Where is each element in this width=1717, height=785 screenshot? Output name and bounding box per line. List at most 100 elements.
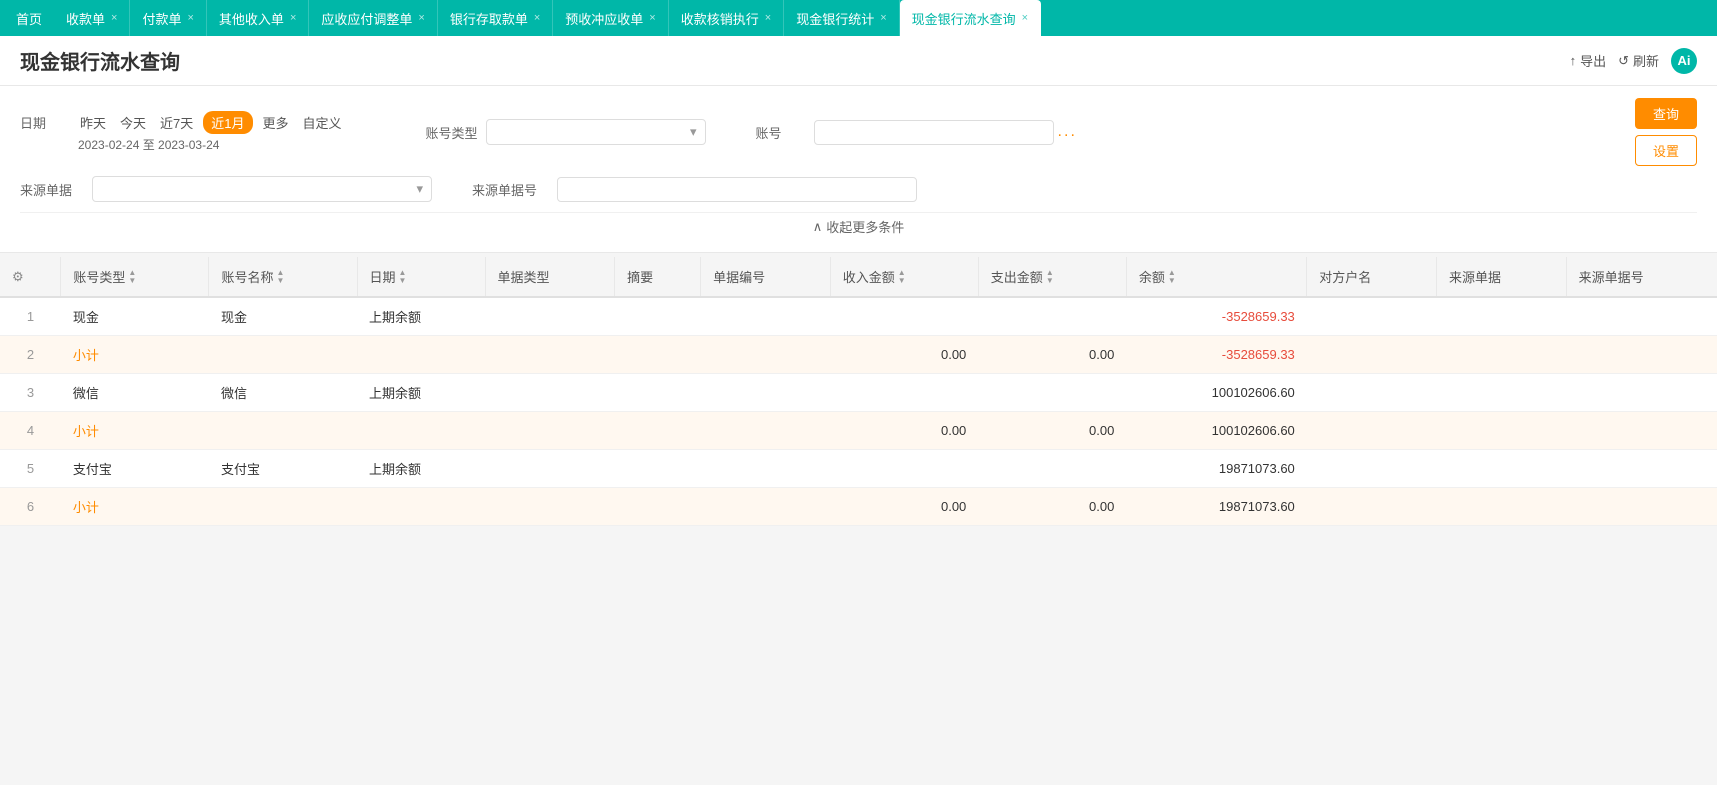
date-options: 昨天今天近7天近1月更多自定义 <box>76 111 346 134</box>
source-doc-no-input[interactable] <box>557 177 917 202</box>
tab-close-icon[interactable]: × <box>290 12 296 24</box>
cell-income <box>830 374 978 412</box>
cell-source_doc_no <box>1566 336 1717 374</box>
sort-arrows: ▲▼ <box>898 269 906 285</box>
date-range: 2023-02-24 至 2023-03-24 <box>24 136 346 153</box>
cell-no: 6 <box>0 488 61 526</box>
cell-expense: 0.00 <box>978 488 1126 526</box>
tab-close-icon[interactable]: × <box>418 12 424 24</box>
nav-tab[interactable]: 现金银行统计× <box>784 0 899 36</box>
col-label-account_name: 账号名称 <box>221 267 273 286</box>
refresh-label: 刷新 <box>1633 51 1659 70</box>
table-header-income[interactable]: 收入金额▲▼ <box>830 257 978 297</box>
cell-counterparty <box>1307 374 1437 412</box>
nav-tab[interactable]: 付款单× <box>130 0 206 36</box>
account-label: 账号 <box>756 123 806 142</box>
cell-date <box>357 336 485 374</box>
date-option[interactable]: 自定义 <box>299 111 346 134</box>
col-label-income: 收入金额 <box>843 267 895 286</box>
cell-account_type: 支付宝 <box>61 450 209 488</box>
gear-icon[interactable]: ⚙ <box>12 269 24 284</box>
col-label-account_type: 账号类型 <box>73 267 125 286</box>
table-header-account_name[interactable]: 账号名称▲▼ <box>209 257 357 297</box>
date-option[interactable]: 近1月 <box>203 111 252 134</box>
date-option[interactable]: 今天 <box>116 111 150 134</box>
tab-close-icon[interactable]: × <box>880 12 886 24</box>
cell-doc_no <box>701 374 831 412</box>
cell-no: 2 <box>0 336 61 374</box>
top-navigation: 首页 收款单×付款单×其他收入单×应收应付调整单×银行存取款单×预收冲应收单×收… <box>0 0 1717 36</box>
table-header-doc_no: 单据编号 <box>701 257 831 297</box>
cell-account_name: 现金 <box>209 297 357 336</box>
account-ellipsis-button[interactable]: ... <box>1058 123 1077 141</box>
tab-close-icon[interactable]: × <box>187 12 193 24</box>
collapse-bar[interactable]: ∧ 收起更多条件 <box>20 212 1697 240</box>
export-icon: ↑ <box>1570 53 1577 68</box>
sort-arrows: ▲▼ <box>1168 269 1176 285</box>
account-type-select[interactable]: ▾ <box>486 119 706 145</box>
cell-source_doc_no <box>1566 412 1717 450</box>
cell-expense: 0.00 <box>978 412 1126 450</box>
date-option[interactable]: 更多 <box>259 111 293 134</box>
cell-doc_no <box>701 450 831 488</box>
cell-balance: 19871073.60 <box>1126 488 1306 526</box>
nav-tab[interactable]: 现金银行流水查询× <box>900 0 1041 36</box>
filter-action-buttons: 查询 设置 <box>1635 98 1697 166</box>
collapse-up-icon: ∧ <box>813 219 823 235</box>
table-header-account_type[interactable]: 账号类型▲▼ <box>61 257 209 297</box>
table-header-date[interactable]: 日期▲▼ <box>357 257 485 297</box>
account-input-group: ... <box>814 120 1077 145</box>
nav-tab[interactable]: 预收冲应收单× <box>553 0 668 36</box>
nav-tabs: 收款单×付款单×其他收入单×应收应付调整单×银行存取款单×预收冲应收单×收款核销… <box>54 0 1041 36</box>
refresh-button[interactable]: ↺ 刷新 <box>1618 51 1659 70</box>
cell-account_name <box>209 412 357 450</box>
tab-close-icon[interactable]: × <box>1022 12 1028 24</box>
filter-row-2: 来源单据 ▾ 来源单据号 <box>20 176 1697 202</box>
nav-home[interactable]: 首页 <box>4 9 54 28</box>
cell-doc_type <box>485 374 615 412</box>
date-option[interactable]: 近7天 <box>156 111 197 134</box>
nav-tab[interactable]: 其他收入单× <box>207 0 309 36</box>
filter-area: 日期 昨天今天近7天近1月更多自定义 2023-02-24 至 2023-03-… <box>0 86 1717 253</box>
cell-account_type: 小计 <box>61 488 209 526</box>
account-input[interactable] <box>814 120 1054 145</box>
cell-summary <box>615 412 701 450</box>
tab-close-icon[interactable]: × <box>765 12 771 24</box>
tab-close-icon[interactable]: × <box>111 12 117 24</box>
nav-tab[interactable]: 收款核销执行× <box>669 0 784 36</box>
export-button[interactable]: ↑ 导出 <box>1570 51 1607 70</box>
cell-account_type: 现金 <box>61 297 209 336</box>
cell-doc_no <box>701 336 831 374</box>
export-label: 导出 <box>1580 51 1606 70</box>
cell-date <box>357 488 485 526</box>
date-option[interactable]: 昨天 <box>76 111 110 134</box>
account-type-label: 账号类型 <box>426 123 478 142</box>
query-button[interactable]: 查询 <box>1635 98 1697 129</box>
cell-expense <box>978 374 1126 412</box>
cell-account_name <box>209 488 357 526</box>
nav-tab[interactable]: 收款单× <box>54 0 130 36</box>
cell-source_doc <box>1436 450 1566 488</box>
table-header-row: ⚙账号类型▲▼账号名称▲▼日期▲▼单据类型摘要单据编号收入金额▲▼支出金额▲▼余… <box>0 257 1717 297</box>
source-doc-no-label: 来源单据号 <box>472 180 537 199</box>
cell-no: 5 <box>0 450 61 488</box>
nav-tab[interactable]: 应收应付调整单× <box>309 0 437 36</box>
cell-income: 0.00 <box>830 488 978 526</box>
cell-source_doc_no <box>1566 450 1717 488</box>
source-doc-select[interactable]: ▾ <box>92 176 432 202</box>
cell-counterparty <box>1307 412 1437 450</box>
filter-row-1: 日期 昨天今天近7天近1月更多自定义 2023-02-24 至 2023-03-… <box>20 98 1697 166</box>
nav-tab[interactable]: 银行存取款单× <box>438 0 553 36</box>
settings-button[interactable]: 设置 <box>1635 135 1697 166</box>
table-row: 1现金现金上期余额-3528659.33 <box>0 297 1717 336</box>
tab-close-icon[interactable]: × <box>649 12 655 24</box>
table-row: 6小计0.000.0019871073.60 <box>0 488 1717 526</box>
tab-close-icon[interactable]: × <box>534 12 540 24</box>
cell-account_name: 支付宝 <box>209 450 357 488</box>
cell-doc_type <box>485 450 615 488</box>
cell-summary <box>615 297 701 336</box>
cell-date: 上期余额 <box>357 450 485 488</box>
table-header-expense[interactable]: 支出金额▲▼ <box>978 257 1126 297</box>
cell-balance: -3528659.33 <box>1126 336 1306 374</box>
table-header-balance[interactable]: 余额▲▼ <box>1126 257 1306 297</box>
